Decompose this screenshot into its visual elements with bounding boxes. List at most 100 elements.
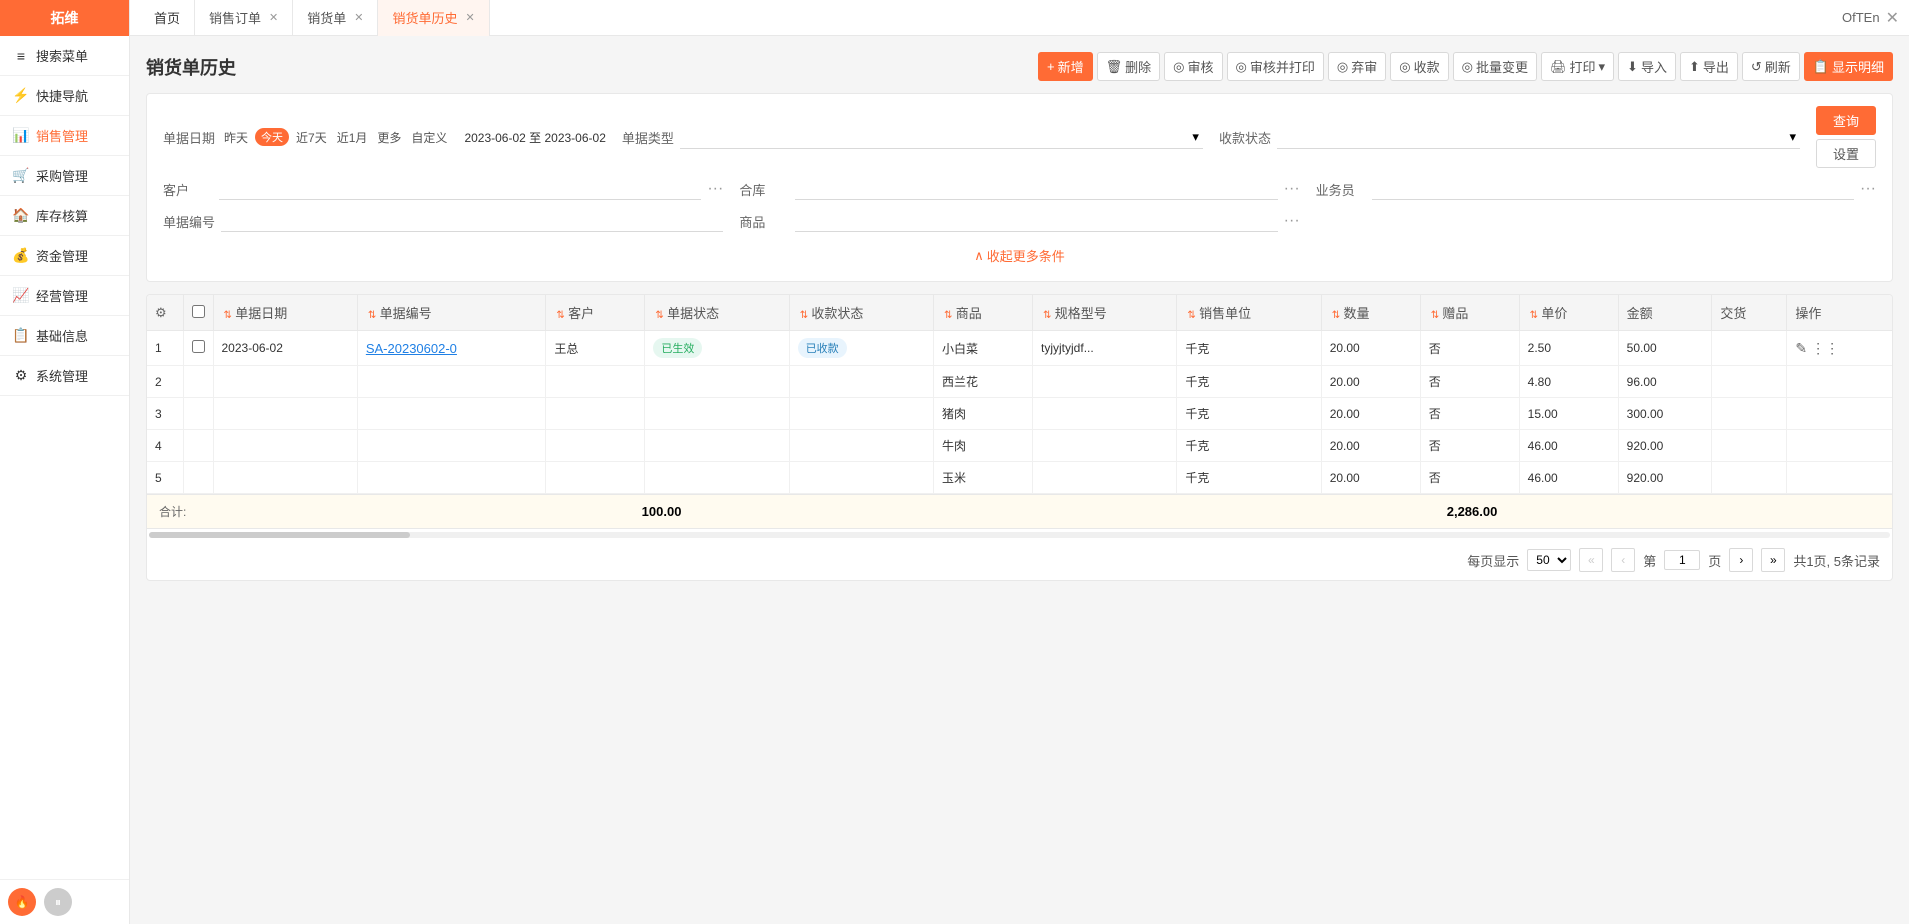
th-customer[interactable]: ⇅ 客户 bbox=[546, 295, 645, 331]
th-date[interactable]: ⇅ 单据日期 bbox=[213, 295, 357, 331]
th-goods[interactable]: ⇅ 商品 bbox=[934, 295, 1033, 331]
edit-icon-1[interactable]: ✎ bbox=[1795, 340, 1807, 357]
collapse-button[interactable]: ∧ 收起更多条件 bbox=[163, 242, 1876, 269]
tab-sales-order-close[interactable]: ✕ bbox=[269, 11, 278, 24]
sidebar-item-search-menu[interactable]: ≡ 搜索菜单 bbox=[0, 36, 129, 76]
filter-payment-status-select[interactable]: ▾ bbox=[1277, 126, 1800, 149]
tab-sales-history-close[interactable]: ✕ bbox=[466, 11, 475, 24]
filter-customer-input[interactable] bbox=[219, 178, 701, 200]
last-page-btn[interactable]: » bbox=[1761, 548, 1785, 572]
th-pay-status[interactable]: ⇅ 收款状态 bbox=[789, 295, 933, 331]
delete-button[interactable]: 🗑 删除 bbox=[1097, 52, 1161, 81]
audit-button[interactable]: ◎ 审核 bbox=[1164, 52, 1222, 81]
date-shortcut-7days[interactable]: 近7天 bbox=[293, 128, 330, 147]
cell-customer-4 bbox=[546, 430, 645, 462]
new-button[interactable]: + 新增 bbox=[1038, 52, 1093, 81]
filter-salesperson-input[interactable] bbox=[1372, 178, 1854, 200]
sort-icon-unit: ⇅ bbox=[1187, 310, 1195, 321]
batch-change-label: 批量变更 bbox=[1476, 57, 1528, 76]
filter-goods-input[interactable] bbox=[795, 210, 1277, 232]
filter-customer-more[interactable]: ··· bbox=[707, 181, 723, 197]
import-button[interactable]: ⬇ 导入 bbox=[1618, 52, 1676, 81]
filter-area: 单据日期 昨天 今天 近7天 近1月 更多 自定义 2023-06-02 至 2… bbox=[146, 93, 1893, 282]
batch-change-button[interactable]: ◎ 批量变更 bbox=[1453, 52, 1537, 81]
operations-icon: 📈 bbox=[12, 287, 30, 305]
th-gift[interactable]: ⇅ 赠品 bbox=[1420, 295, 1519, 331]
tab-sales-goods[interactable]: 销货单 ✕ bbox=[293, 0, 378, 36]
sidebar-bottom-btn-2[interactable]: ⏸ bbox=[44, 888, 72, 916]
cell-rowno-3: 3 bbox=[147, 398, 183, 430]
filter-doc-type-select[interactable]: ▾ bbox=[680, 126, 1203, 149]
settings-button[interactable]: 设置 bbox=[1816, 139, 1876, 168]
filter-date-label: 单据日期 bbox=[163, 128, 215, 147]
sort-icon-paystatus: ⇅ bbox=[800, 310, 808, 321]
th-qty[interactable]: ⇅ 数量 bbox=[1321, 295, 1420, 331]
tab-home[interactable]: 首页 bbox=[140, 0, 195, 36]
cell-customer-2 bbox=[546, 366, 645, 398]
page-label-end: 页 bbox=[1708, 551, 1721, 570]
date-shortcut-today[interactable]: 今天 bbox=[255, 128, 289, 146]
row-checkbox-1[interactable] bbox=[192, 340, 205, 353]
sidebar-item-quick-nav[interactable]: ⚡ 快捷导航 bbox=[0, 76, 129, 116]
sidebar-item-finance[interactable]: 💰 资金管理 bbox=[0, 236, 129, 276]
show-detail-button[interactable]: 📋 显示明细 bbox=[1804, 52, 1893, 81]
date-shortcut-custom[interactable]: 自定义 bbox=[408, 128, 450, 147]
sidebar-item-operations[interactable]: 📈 经营管理 bbox=[0, 276, 129, 316]
date-range-display: 2023-06-02 至 2023-06-02 bbox=[464, 129, 605, 146]
th-settings[interactable]: ⚙ bbox=[147, 295, 183, 331]
collect-button[interactable]: ◎ 收款 bbox=[1390, 52, 1448, 81]
per-page-select[interactable]: 50 bbox=[1527, 549, 1571, 571]
more-icon-1[interactable]: ⋮⋮ bbox=[1811, 340, 1839, 357]
first-page-btn[interactable]: « bbox=[1579, 548, 1603, 572]
cell-amount-1: 50.00 bbox=[1618, 331, 1712, 366]
th-unit[interactable]: ⇅ 销售单位 bbox=[1177, 295, 1321, 331]
filter-salesperson-more[interactable]: ··· bbox=[1860, 181, 1876, 197]
th-doc-no[interactable]: ⇅ 单据编号 bbox=[357, 295, 546, 331]
sidebar-item-basic-info[interactable]: 📋 基础信息 bbox=[0, 316, 129, 356]
cell-goods-1: 小白菜 bbox=[934, 331, 1033, 366]
horizontal-scrollbar[interactable] bbox=[147, 528, 1892, 540]
select-all-checkbox[interactable] bbox=[192, 305, 205, 318]
th-amount: 金额 bbox=[1618, 295, 1712, 331]
export-button[interactable]: ⬆ 导出 bbox=[1680, 52, 1738, 81]
sidebar-item-purchase-mgmt[interactable]: 🛒 采购管理 bbox=[0, 156, 129, 196]
th-price[interactable]: ⇅ 单价 bbox=[1519, 295, 1618, 331]
scrollbar-thumb[interactable] bbox=[149, 532, 410, 538]
page-label: 第 bbox=[1643, 551, 1656, 570]
page-input[interactable] bbox=[1664, 550, 1700, 570]
sidebar-item-inventory[interactable]: 🏠 库存核算 bbox=[0, 196, 129, 236]
audit-print-button[interactable]: ◎ 审核并打印 bbox=[1227, 52, 1324, 81]
table-row: 5 玉米 千克 20.00 否 46.00 920.00 bbox=[147, 462, 1892, 494]
cell-trade-5 bbox=[1712, 462, 1787, 494]
tab-sales-history[interactable]: 销货单历史 ✕ bbox=[378, 0, 489, 36]
th-spec[interactable]: ⇅ 规格型号 bbox=[1033, 295, 1177, 331]
date-shortcut-1month[interactable]: 近1月 bbox=[334, 128, 371, 147]
th-doc-status[interactable]: ⇅ 单据状态 bbox=[645, 295, 789, 331]
prev-page-btn[interactable]: ‹ bbox=[1611, 548, 1635, 572]
filter-warehouse-input[interactable] bbox=[795, 178, 1277, 200]
sidebar-item-system[interactable]: ⚙ 系统管理 bbox=[0, 356, 129, 396]
sidebar-item-sales-mgmt[interactable]: 📊 销售管理 bbox=[0, 116, 129, 156]
date-shortcut-more[interactable]: 更多 bbox=[374, 128, 404, 147]
tab-sales-goods-close[interactable]: ✕ bbox=[354, 11, 363, 24]
cell-rowno-4: 4 bbox=[147, 430, 183, 462]
tab-sales-order[interactable]: 销售订单 ✕ bbox=[195, 0, 293, 36]
sidebar-label-system: 系统管理 bbox=[36, 366, 88, 385]
docno-link-1[interactable]: SA-20230602-0 bbox=[366, 341, 457, 356]
refresh-button[interactable]: ↺ 刷新 bbox=[1742, 52, 1800, 81]
close-all-button[interactable]: ✕ bbox=[1886, 8, 1899, 28]
next-page-btn[interactable]: › bbox=[1729, 548, 1753, 572]
abandon-button[interactable]: ◎ 弃审 bbox=[1328, 52, 1386, 81]
print-button[interactable]: 🖨 打印 ▾ bbox=[1541, 52, 1614, 81]
th-gift-label: 赠品 bbox=[1442, 306, 1468, 321]
sidebar-bottom-btn-1[interactable]: 🔥 bbox=[8, 888, 36, 916]
filter-goods-more[interactable]: ··· bbox=[1284, 213, 1300, 229]
query-button[interactable]: 查询 bbox=[1816, 106, 1876, 135]
filter-docno-input[interactable] bbox=[221, 210, 723, 232]
pagination-area: 每页显示 50 « ‹ 第 页 › » 共1页, 5条记录 bbox=[147, 540, 1892, 580]
data-table: ⚙ ⇅ 单据日期 ⇅ 单据编号 bbox=[146, 294, 1893, 581]
table-settings-icon[interactable]: ⚙ bbox=[155, 305, 167, 320]
date-shortcut-yesterday[interactable]: 昨天 bbox=[221, 128, 251, 147]
filter-warehouse-more[interactable]: ··· bbox=[1284, 181, 1300, 197]
sidebar: 拓维 ≡ 搜索菜单 ⚡ 快捷导航 📊 销售管理 🛒 采购管理 🏠 库存核算 💰 … bbox=[0, 0, 130, 924]
